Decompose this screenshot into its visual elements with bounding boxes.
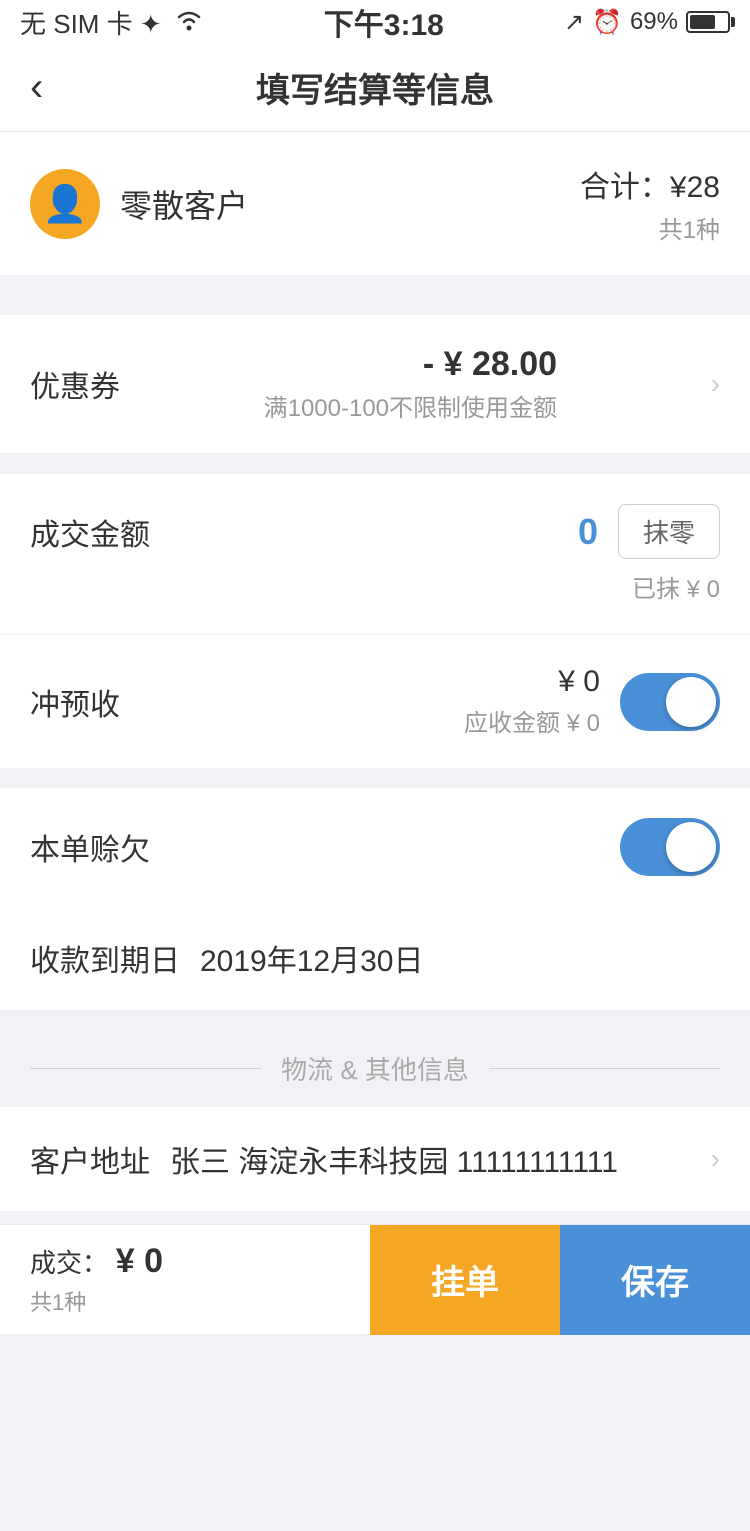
nav-bar: ‹ 填写结算等信息	[0, 44, 750, 132]
precollect-toggle[interactable]	[620, 673, 720, 731]
address-section[interactable]: 客户地址 张三 海淀永丰科技园 11111111111 ›	[0, 1107, 750, 1211]
divider-3	[0, 768, 750, 788]
logistics-divider: 物流 & 其他信息	[0, 1030, 750, 1107]
battery-icon	[686, 11, 730, 33]
logistics-line-left	[30, 1068, 261, 1069]
duedate-label: 收款到期日	[30, 936, 180, 980]
customer-name: 零散客户	[120, 181, 248, 227]
bottom-count: 共1种	[30, 1285, 340, 1317]
address-chevron-icon: ›	[711, 1143, 720, 1175]
status-time: 下午3:18	[324, 0, 444, 44]
bottom-deal-label: 成交：	[30, 1248, 108, 1278]
bottom-info: 成交： ¥ 0 共1种	[0, 1242, 370, 1317]
address-right: ›	[701, 1143, 720, 1175]
debit-toggle[interactable]	[620, 818, 720, 876]
divider-4	[0, 1010, 750, 1030]
transaction-amount: 0	[578, 511, 598, 553]
bottom-deal-row: 成交： ¥ 0	[30, 1242, 340, 1281]
customer-row: 👤 零散客户 合计：¥28 共1种	[0, 132, 750, 275]
coupon-label: 优惠券	[30, 362, 120, 406]
transaction-label: 成交金额	[30, 510, 150, 554]
coupon-row[interactable]: 优惠券 - ¥ 28.00 满1000-100不限制使用金额 ›	[0, 315, 750, 454]
divider-2	[0, 454, 750, 474]
no-sim-text: 无 SIM 卡 ✦	[20, 4, 162, 41]
precollect-right: ¥ 0 应收金额 ¥ 0	[464, 665, 720, 738]
duedate-section: 收款到期日 2019年12月30日	[0, 906, 750, 1010]
debit-label: 本单赊欠	[30, 825, 150, 869]
debit-section: 本单赊欠	[0, 788, 750, 906]
round-button[interactable]: 抹零	[618, 504, 720, 559]
status-bar: 无 SIM 卡 ✦ 下午3:18 ↗ ⏰ 69%	[0, 0, 750, 44]
precollect-label: 冲预收	[30, 680, 120, 724]
toggle-knob	[666, 677, 716, 727]
discount-note: 满1000-100不限制使用金额	[264, 388, 557, 423]
precollect-section: 冲预收 ¥ 0 应收金额 ¥ 0	[0, 635, 750, 768]
customer-left: 👤 零散客户	[30, 169, 248, 239]
coupon-value: - ¥ 28.00 满1000-100不限制使用金额	[264, 345, 557, 423]
total-amount: 合计：¥28	[580, 162, 720, 206]
status-left: 无 SIM 卡 ✦	[20, 4, 204, 41]
transaction-right: 0 抹零	[578, 504, 720, 559]
battery-percent: 69%	[630, 8, 678, 36]
logistics-line-right	[489, 1068, 720, 1069]
wifi-icon	[174, 7, 204, 38]
transaction-top: 成交金额 0 抹零	[30, 504, 720, 559]
avatar-icon: 👤	[43, 183, 88, 225]
address-label: 客户地址	[30, 1137, 150, 1181]
debit-toggle-knob	[666, 822, 716, 872]
location-icon: ↗	[564, 8, 584, 37]
hold-button[interactable]: 挂单	[370, 1225, 560, 1335]
transaction-bottom: 已抹 ¥ 0	[30, 569, 720, 604]
avatar: 👤	[30, 169, 100, 239]
back-button[interactable]: ‹	[30, 65, 43, 110]
bottom-deal-amount: ¥ 0	[116, 1242, 163, 1280]
duedate-value: 2019年12月30日	[200, 936, 423, 980]
status-right: ↗ ⏰ 69%	[564, 8, 730, 37]
save-button[interactable]: 保存	[560, 1225, 750, 1335]
discount-amount: - ¥ 28.00	[423, 345, 557, 384]
address-value: 张三 海淀永丰科技园 11111111111	[170, 1137, 701, 1181]
bottom-bar: 成交： ¥ 0 共1种 挂单 保存	[0, 1224, 750, 1334]
chevron-icon: ›	[711, 368, 720, 400]
logistics-text: 物流 & 其他信息	[281, 1050, 469, 1087]
precollect-sub: 应收金额 ¥ 0	[464, 703, 600, 738]
transaction-section: 成交金额 0 抹零 已抹 ¥ 0	[0, 474, 750, 635]
total-count: 共1种	[580, 210, 720, 245]
customer-right: 合计：¥28 共1种	[580, 162, 720, 245]
precollect-amounts: ¥ 0 应收金额 ¥ 0	[464, 665, 600, 738]
divider-1	[0, 295, 750, 315]
precollect-main: ¥ 0	[464, 665, 600, 699]
page-title: 填写结算等信息	[256, 63, 494, 112]
alarm-icon: ⏰	[592, 8, 622, 37]
precollect-top: 冲预收 ¥ 0 应收金额 ¥ 0	[30, 665, 720, 738]
